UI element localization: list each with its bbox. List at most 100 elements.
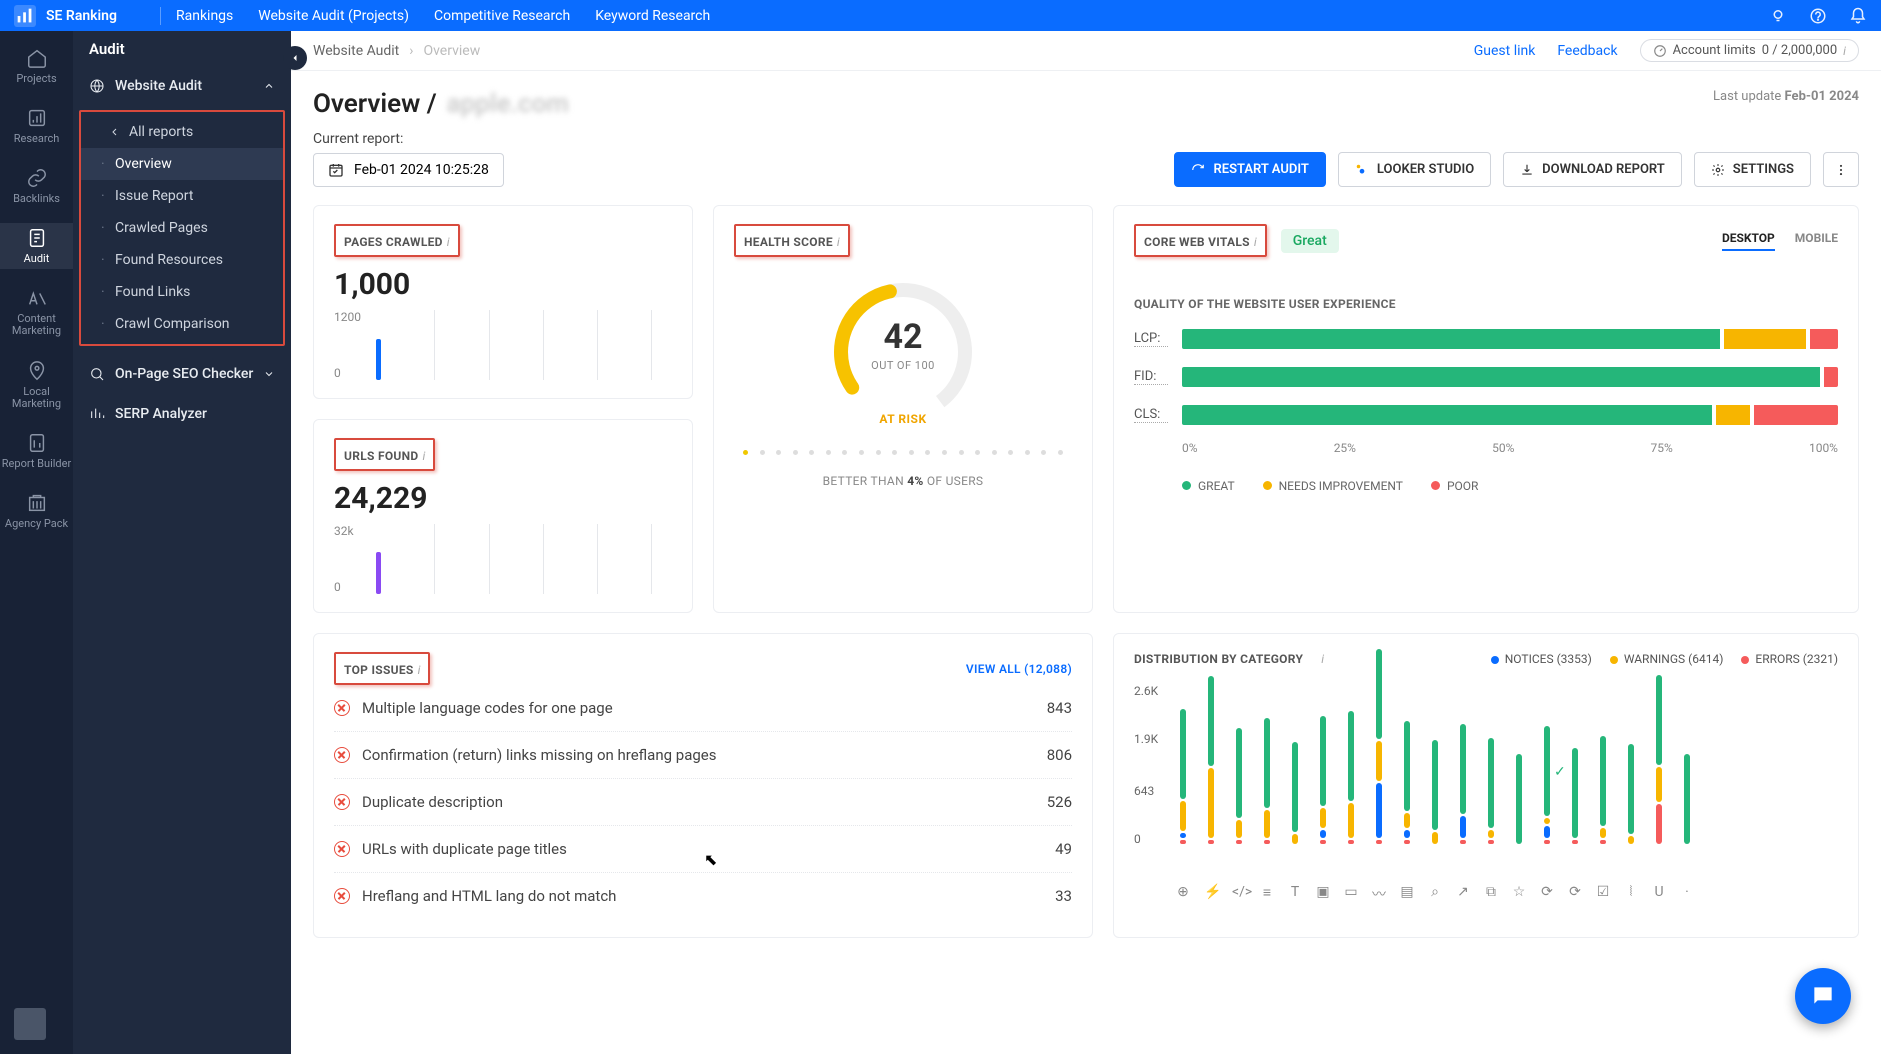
dist-column[interactable] [1568, 748, 1582, 844]
dist-column[interactable] [1596, 736, 1610, 844]
calendar-icon [328, 162, 344, 178]
rail-research[interactable]: Research [0, 103, 73, 149]
category-icon[interactable]: ▭ [1344, 884, 1358, 904]
bell-icon[interactable] [1849, 7, 1867, 25]
category-icon[interactable]: ☆ [1512, 884, 1526, 904]
download-report-button[interactable]: DOWNLOAD REPORT [1503, 152, 1682, 187]
tab-mobile[interactable]: MOBILE [1795, 231, 1838, 251]
collapse-sidebar-button[interactable] [283, 46, 307, 70]
category-icon[interactable]: ≡ [1260, 884, 1274, 904]
rail-report[interactable]: Report Builder [0, 428, 73, 474]
dist-column[interactable] [1512, 754, 1526, 844]
chat-fab[interactable] [1795, 968, 1851, 1024]
category-icon[interactable]: ▣ [1316, 884, 1330, 904]
info-icon[interactable]: i [837, 235, 840, 249]
dist-column[interactable] [1624, 744, 1638, 844]
dist-column[interactable] [1316, 716, 1330, 844]
rail-content[interactable]: Content Marketing [0, 283, 73, 341]
help-icon[interactable] [1809, 7, 1827, 25]
rail-projects[interactable]: Projects [0, 43, 73, 89]
cwv-badge: Great [1281, 229, 1339, 253]
crumb-website-audit[interactable]: Website Audit [313, 43, 399, 59]
dist-column[interactable] [1680, 754, 1694, 844]
card-pages-crawled: PAGES CRAWLED i 1,000 1200 0 [313, 205, 693, 399]
card-label: PAGES CRAWLED [344, 235, 443, 249]
category-icon[interactable]: ↗ [1456, 884, 1470, 904]
dist-column[interactable] [1232, 728, 1246, 844]
dist-column[interactable] [1652, 675, 1666, 844]
rail-backlinks[interactable]: Backlinks [0, 163, 73, 209]
dist-column[interactable] [1372, 649, 1386, 844]
topnav-competitive[interactable]: Competitive Research [434, 8, 570, 24]
topnav-website-audit[interactable]: Website Audit (Projects) [258, 8, 409, 24]
issue-row[interactable]: URLs with duplicate page titles49 [334, 826, 1072, 873]
dist-column[interactable] [1400, 721, 1414, 844]
highlight-label: URLS FOUND i [334, 438, 435, 471]
sidebar-section-website-audit[interactable]: Website Audit [73, 66, 291, 106]
category-icon[interactable]: T [1288, 884, 1302, 904]
guest-link[interactable]: Guest link [1474, 43, 1536, 59]
issue-row[interactable]: Hreflang and HTML lang do not match33 [334, 873, 1072, 919]
dist-column[interactable] [1428, 740, 1442, 844]
dist-column[interactable] [1260, 718, 1274, 844]
category-icon[interactable]: ⟳ [1540, 884, 1554, 904]
category-icon[interactable]: ⟳ [1568, 884, 1582, 904]
dist-column[interactable] [1176, 709, 1190, 844]
cwv-subtitle: QUALITY OF THE WEBSITE USER EXPERIENCE [1134, 297, 1838, 311]
issue-row[interactable]: Duplicate description526 [334, 779, 1072, 826]
sidebar-item-overview[interactable]: Overview [81, 148, 283, 180]
info-icon[interactable]: i [447, 235, 450, 249]
category-icon[interactable]: ▤ [1400, 884, 1414, 904]
dist-column[interactable] [1456, 724, 1470, 844]
dist-column[interactable] [1204, 676, 1218, 844]
issue-row[interactable]: Multiple language codes for one page843 [334, 685, 1072, 732]
report-date-picker[interactable]: Feb-01 2024 10:25:28 [313, 153, 504, 187]
restart-audit-button[interactable]: RESTART AUDIT [1174, 152, 1325, 187]
category-icon[interactable]: ⌕ [1428, 884, 1442, 904]
sidebar-item-all-reports[interactable]: All reports [81, 116, 283, 148]
sidebar-item-crawled-pages[interactable]: Crawled Pages [81, 212, 283, 244]
category-icon[interactable]: ⦚ [1624, 884, 1638, 904]
issue-count: 33 [1055, 887, 1072, 905]
rail-audit[interactable]: Audit [0, 223, 73, 269]
category-icon[interactable]: ⊕ [1176, 884, 1190, 904]
report-date-value: Feb-01 2024 10:25:28 [354, 162, 489, 178]
sidebar: Audit Website Audit All reports Overview… [73, 31, 291, 1054]
category-icon[interactable]: ⚡ [1204, 884, 1218, 904]
tab-desktop[interactable]: DESKTOP [1722, 231, 1775, 251]
info-icon[interactable]: i [422, 449, 425, 463]
info-icon[interactable]: i [1321, 652, 1324, 666]
category-icon[interactable]: </> [1232, 884, 1246, 904]
issue-count: 806 [1047, 746, 1072, 764]
account-limits-pill[interactable]: Account limits 0 / 2,000,000 i [1640, 39, 1859, 62]
icon-rail: Projects Research Backlinks Audit Conten… [0, 31, 73, 1054]
looker-studio-button[interactable]: LOOKER STUDIO [1338, 152, 1491, 187]
dist-column[interactable] [1288, 742, 1302, 844]
category-icon[interactable]: 〰 [1372, 884, 1386, 904]
dist-column[interactable] [1344, 711, 1358, 844]
sidebar-item-found-resources[interactable]: Found Resources [81, 244, 283, 276]
category-icon[interactable]: ⧉ [1484, 884, 1498, 904]
sidebar-section-serp[interactable]: SERP Analyzer [73, 394, 291, 434]
sidebar-section-onpage[interactable]: On-Page SEO Checker [73, 354, 291, 394]
sidebar-item-found-links[interactable]: Found Links [81, 276, 283, 308]
topnav-keyword[interactable]: Keyword Research [595, 8, 710, 24]
category-icon[interactable]: · [1680, 884, 1694, 904]
category-icon[interactable]: U [1652, 884, 1666, 904]
info-icon[interactable]: i [1254, 235, 1257, 249]
topnav-rankings[interactable]: Rankings [176, 8, 233, 24]
rail-local[interactable]: Local Marketing [0, 356, 73, 414]
category-icon[interactable]: ☑ [1596, 884, 1610, 904]
sidebar-item-issue-report[interactable]: Issue Report [81, 180, 283, 212]
dist-column[interactable] [1540, 726, 1554, 844]
lightbulb-icon[interactable] [1769, 7, 1787, 25]
info-icon[interactable]: i [418, 663, 421, 677]
more-button[interactable] [1823, 152, 1859, 187]
sidebar-item-crawl-comparison[interactable]: Crawl Comparison [81, 308, 283, 340]
issue-row[interactable]: Confirmation (return) links missing on h… [334, 732, 1072, 779]
rail-agency[interactable]: Agency Pack [0, 488, 73, 534]
feedback-link[interactable]: Feedback [1557, 43, 1617, 59]
view-all-issues-link[interactable]: VIEW ALL (12,088) [966, 662, 1072, 676]
dist-column[interactable] [1484, 738, 1498, 844]
settings-button[interactable]: SETTINGS [1694, 152, 1811, 187]
